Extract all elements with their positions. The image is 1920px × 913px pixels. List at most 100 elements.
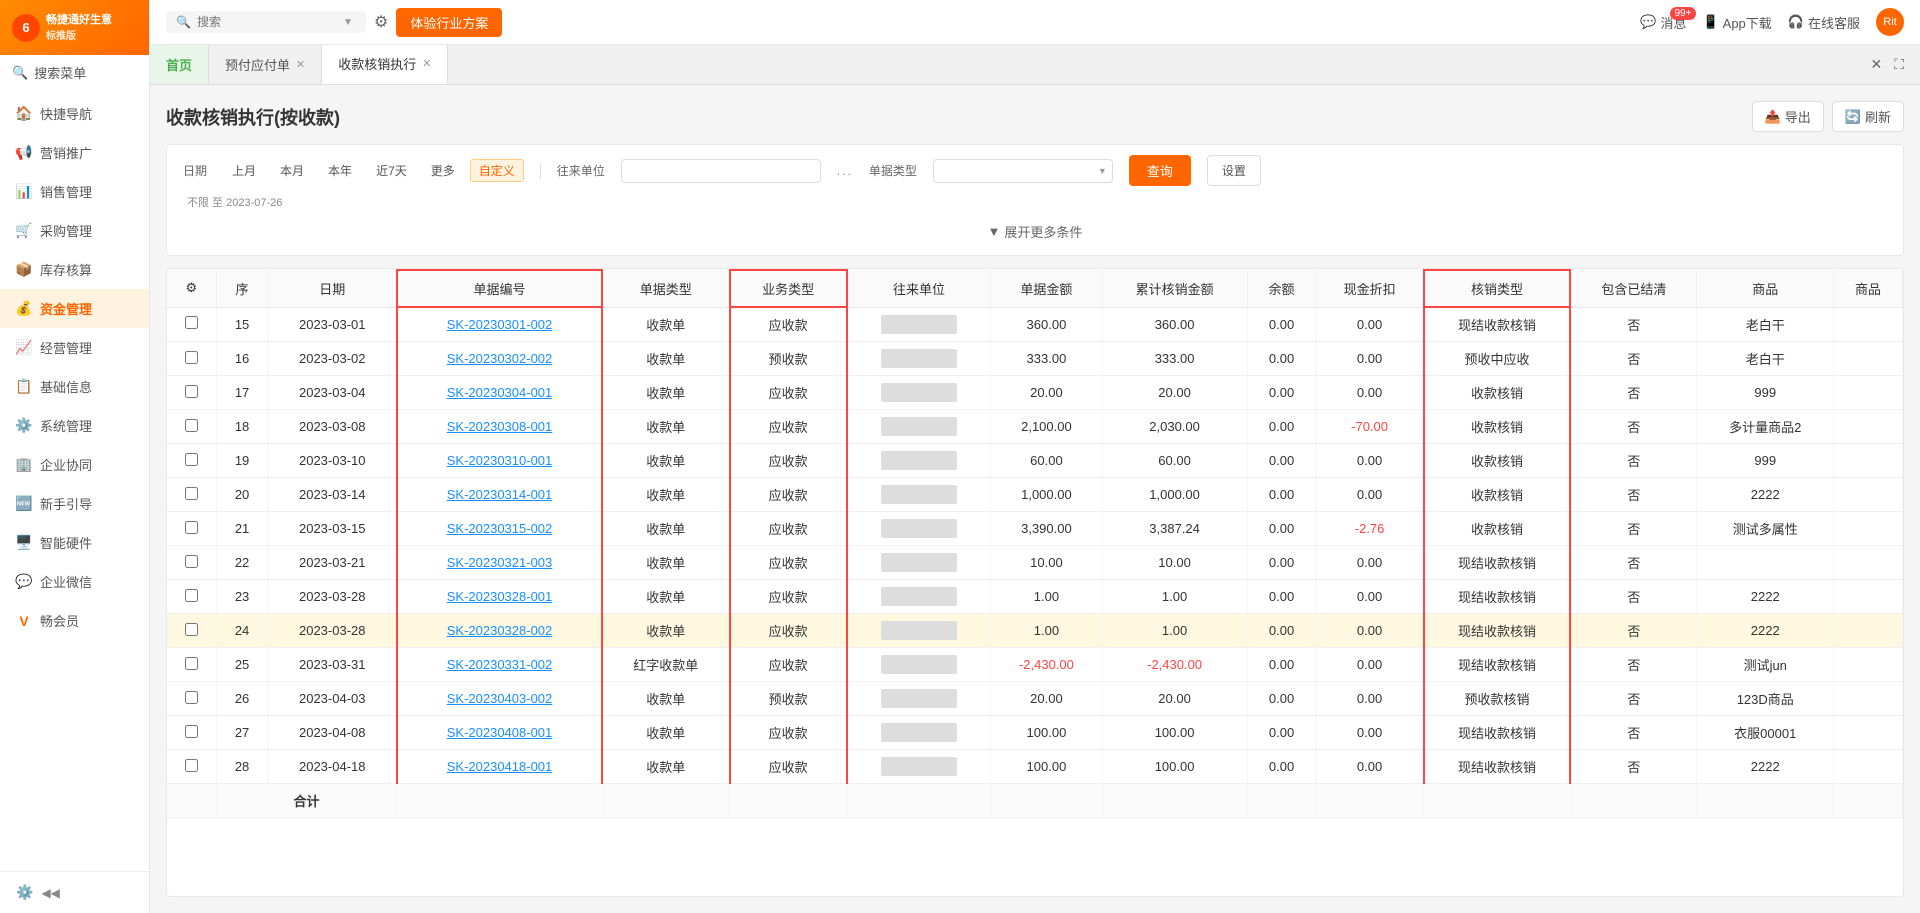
row-checkbox[interactable] [167, 444, 216, 478]
tabbar: 首页 预付应付单 ✕ 收款核销执行 ✕ ✕ ⛶ [150, 45, 1920, 85]
row-partner: ████ [847, 410, 991, 444]
row-docno[interactable]: SK-20230315-002 [397, 512, 602, 546]
row-canceltype: 现结收款核销 [1424, 307, 1571, 342]
row-docno[interactable]: SK-20230403-002 [397, 682, 602, 716]
row-docno[interactable]: SK-20230418-001 [397, 750, 602, 784]
sidebar-item-guide[interactable]: 🆕 新手引导 [0, 484, 149, 523]
query-button[interactable]: 查询 [1129, 155, 1191, 186]
row-docno[interactable]: SK-20230304-001 [397, 376, 602, 410]
row-checkbox[interactable] [167, 376, 216, 410]
tab-expand-icon[interactable]: ⛶ [1890, 54, 1908, 75]
tab-close-all-icon[interactable]: ✕ [1866, 54, 1886, 75]
row-goods2 [1834, 682, 1903, 716]
app-download-button[interactable]: 📱 App下载 [1702, 13, 1771, 32]
date-btn-this-month[interactable]: 本月 [271, 159, 313, 182]
sidebar-item-quicknav[interactable]: 🏠 快捷导航 [0, 94, 149, 133]
filter-divider [540, 163, 541, 179]
date-btn-last-month[interactable]: 上月 [223, 159, 265, 182]
collapse-icon[interactable]: ◀◀ [41, 886, 59, 900]
sidebar-item-system[interactable]: ⚙️ 系统管理 [0, 406, 149, 445]
row-checkbox[interactable] [167, 546, 216, 580]
row-doctype: 收款单 [602, 614, 729, 648]
row-docno[interactable]: SK-20230408-001 [397, 716, 602, 750]
industry-solution-button[interactable]: 体验行业方案 [396, 8, 502, 37]
sidebar-item-hardware[interactable]: 🖥️ 智能硬件 [0, 523, 149, 562]
row-amount: 3,390.00 [991, 512, 1102, 546]
sidebar-item-label: 企业协同 [40, 455, 92, 474]
row-checkbox[interactable] [167, 614, 216, 648]
sidebar-item-marketing[interactable]: 📢 营销推广 [0, 133, 149, 172]
expand-conditions-button[interactable]: ▼ 展开更多条件 [183, 218, 1887, 245]
sidebar-item-inventory[interactable]: 📦 库存核算 [0, 250, 149, 289]
row-checkbox[interactable] [167, 512, 216, 546]
sidebar-item-operations[interactable]: 📈 经营管理 [0, 328, 149, 367]
row-canceltype: 预收中应收 [1424, 342, 1571, 376]
row-doctype: 红字收款单 [602, 648, 729, 682]
row-checkbox[interactable] [167, 682, 216, 716]
row-date: 2023-04-18 [268, 750, 397, 784]
setting-button[interactable]: 设置 [1207, 155, 1261, 186]
sidebar-item-basic[interactable]: 📋 基础信息 [0, 367, 149, 406]
date-btn-7days[interactable]: 近7天 [367, 159, 416, 182]
row-includesettled: 否 [1570, 444, 1697, 478]
inventory-icon: 📦 [16, 262, 32, 278]
tab-prepay[interactable]: 预付应付单 ✕ [209, 45, 322, 84]
sidebar-item-finance[interactable]: 💰 资金管理 [0, 289, 149, 328]
row-docno[interactable]: SK-20230321-003 [397, 546, 602, 580]
sidebar-item-label: 资金管理 [40, 299, 92, 318]
message-button[interactable]: 💬 消息 99+ [1640, 13, 1686, 32]
row-docno[interactable]: SK-20230302-002 [397, 342, 602, 376]
more-filter-dots[interactable]: ... [837, 164, 853, 178]
row-docno[interactable]: SK-20230328-002 [397, 614, 602, 648]
row-checkbox[interactable] [167, 478, 216, 512]
row-checkbox[interactable] [167, 410, 216, 444]
row-docno[interactable]: SK-20230308-001 [397, 410, 602, 444]
tab-collection[interactable]: 收款核销执行 ✕ [322, 45, 448, 84]
row-docno[interactable]: SK-20230331-002 [397, 648, 602, 682]
tab-collection-close[interactable]: ✕ [422, 57, 431, 70]
row-docno[interactable]: SK-20230328-001 [397, 580, 602, 614]
tab-prepay-close[interactable]: ✕ [296, 58, 305, 71]
doc-type-select[interactable] [933, 159, 1113, 183]
tab-home[interactable]: 首页 [150, 45, 209, 84]
sidebar-item-purchase[interactable]: 🛒 采购管理 [0, 211, 149, 250]
row-checkbox[interactable] [167, 648, 216, 682]
row-date: 2023-03-01 [268, 307, 397, 342]
settings-bottom-icon[interactable]: ⚙️ [16, 884, 33, 901]
row-biztype: 应收款 [730, 580, 847, 614]
row-checkbox[interactable] [167, 342, 216, 376]
row-checkbox[interactable] [167, 580, 216, 614]
date-btn-more[interactable]: 更多 [422, 159, 464, 182]
date-btn-custom[interactable]: 自定义 [470, 159, 524, 182]
unit-filter-input[interactable] [621, 159, 821, 183]
global-search-input[interactable] [197, 15, 337, 29]
settings-icon[interactable]: ⚙ [374, 12, 388, 32]
col-settings-header[interactable]: ⚙ [167, 270, 216, 307]
row-balance: 0.00 [1247, 342, 1316, 376]
sidebar-item-wechat[interactable]: 💬 企业微信 [0, 562, 149, 601]
row-docno[interactable]: SK-20230314-001 [397, 478, 602, 512]
row-docno[interactable]: SK-20230301-002 [397, 307, 602, 342]
user-avatar[interactable]: Rit [1876, 8, 1904, 36]
date-btn-this-year[interactable]: 本年 [319, 159, 361, 182]
row-includesettled: 否 [1570, 342, 1697, 376]
sidebar-item-member[interactable]: V 畅会员 [0, 601, 149, 640]
sidebar-item-label: 系统管理 [40, 416, 92, 435]
row-date: 2023-03-21 [268, 546, 397, 580]
search-icon: 🔍 [12, 65, 28, 81]
online-service-button[interactable]: 🎧 在线客服 [1788, 13, 1860, 32]
row-docno[interactable]: SK-20230310-001 [397, 444, 602, 478]
sidebar-item-sales[interactable]: 📊 销售管理 [0, 172, 149, 211]
refresh-button[interactable]: 🔄 刷新 [1832, 101, 1904, 132]
row-cashdiscount: -2.76 [1316, 512, 1424, 546]
export-button[interactable]: 📤 导出 [1752, 101, 1824, 132]
table-row: 20 2023-03-14 SK-20230314-001 收款单 应收款 ██… [167, 478, 1903, 512]
row-checkbox[interactable] [167, 750, 216, 784]
row-checkbox[interactable] [167, 716, 216, 750]
row-checkbox[interactable] [167, 307, 216, 342]
sidebar-item-corp[interactable]: 🏢 企业协同 [0, 445, 149, 484]
row-goods2 [1834, 546, 1903, 580]
row-no: 18 [216, 410, 268, 444]
row-goods2 [1834, 376, 1903, 410]
sidebar-search[interactable]: 🔍 搜索菜单 [0, 55, 149, 90]
